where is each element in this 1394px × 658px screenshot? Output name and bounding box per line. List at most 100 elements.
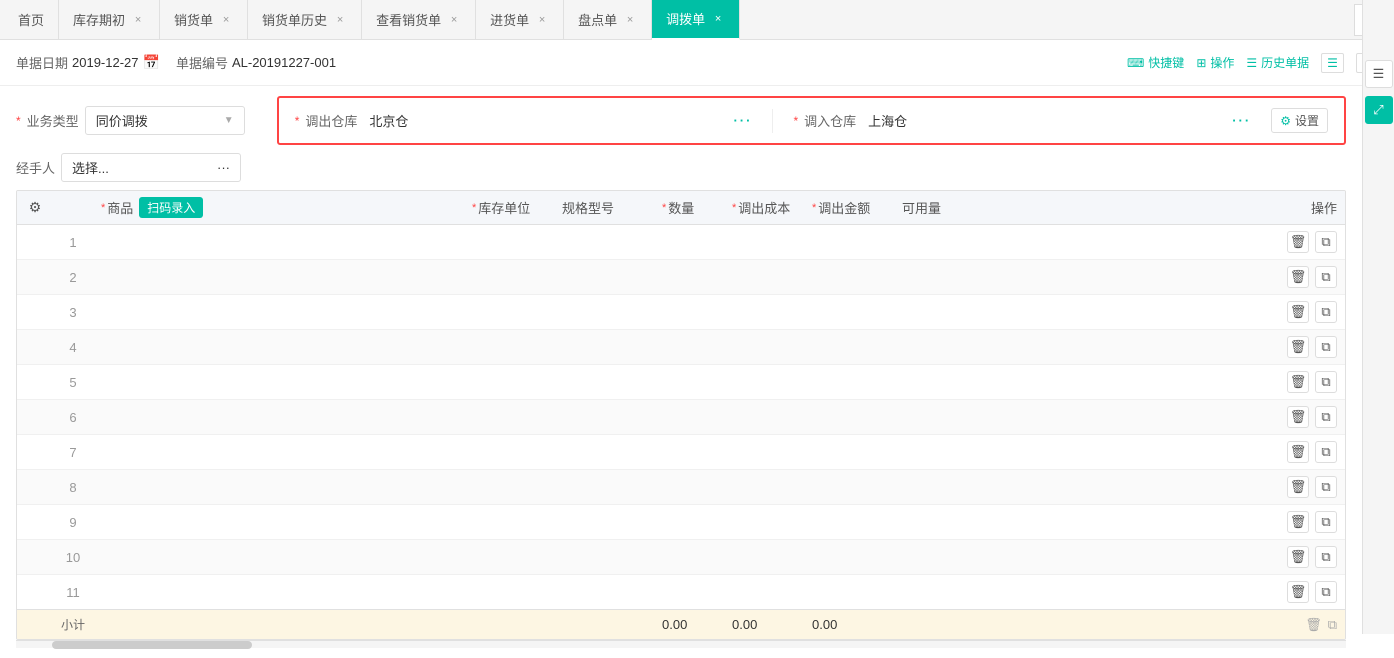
right-panel-list-button[interactable]: ☰: [1365, 60, 1393, 88]
row-goods-2[interactable]: [93, 295, 464, 329]
tab-view-sales[interactable]: 查看销货单 ×: [362, 0, 476, 40]
row-goods-1[interactable]: [93, 260, 464, 294]
row-copy-button-8[interactable]: ⧉: [1315, 511, 1337, 533]
row-copy-button-7[interactable]: ⧉: [1315, 476, 1337, 498]
row-amount-4[interactable]: [804, 365, 894, 399]
row-goods-6[interactable]: [93, 435, 464, 469]
shortcuts-button[interactable]: ⌨ 快捷键: [1127, 54, 1184, 71]
row-qty-7[interactable]: [654, 470, 724, 504]
row-copy-button-2[interactable]: ⧉: [1315, 301, 1337, 323]
row-amount-8[interactable]: [804, 505, 894, 539]
row-cost-4[interactable]: [724, 365, 804, 399]
row-cost-5[interactable]: [724, 400, 804, 434]
row-qty-6[interactable]: [654, 435, 724, 469]
tab-transfer-close[interactable]: ×: [711, 12, 725, 26]
tab-purchase-order-close[interactable]: ×: [535, 13, 549, 27]
subtotal-delete-icon[interactable]: 🗑: [1305, 617, 1322, 633]
row-goods-10[interactable]: [93, 575, 464, 609]
row-copy-button-5[interactable]: ⧉: [1315, 406, 1337, 428]
scrollbar-thumb[interactable]: [52, 641, 252, 649]
row-qty-0[interactable]: [654, 225, 724, 259]
transfer-out-more-button[interactable]: ···: [733, 113, 752, 128]
tab-sales-history-close[interactable]: ×: [333, 13, 347, 27]
tab-purchase-order[interactable]: 进货单 ×: [476, 0, 564, 40]
row-delete-button-6[interactable]: 🗑: [1287, 441, 1309, 463]
row-copy-button-4[interactable]: ⧉: [1315, 371, 1337, 393]
row-cost-9[interactable]: [724, 540, 804, 574]
person-more-button[interactable]: ···: [217, 160, 230, 175]
row-delete-button-2[interactable]: 🗑: [1287, 301, 1309, 323]
row-delete-button-10[interactable]: 🗑: [1287, 581, 1309, 603]
row-cost-3[interactable]: [724, 330, 804, 364]
row-amount-2[interactable]: [804, 295, 894, 329]
row-amount-6[interactable]: [804, 435, 894, 469]
tab-home[interactable]: 首页: [8, 0, 59, 40]
row-goods-3[interactable]: [93, 330, 464, 364]
row-cost-8[interactable]: [724, 505, 804, 539]
operations-button[interactable]: ⊞ 操作: [1196, 54, 1234, 71]
row-delete-button-1[interactable]: 🗑: [1287, 266, 1309, 288]
row-amount-5[interactable]: [804, 400, 894, 434]
row-qty-3[interactable]: [654, 330, 724, 364]
person-select[interactable]: 选择... ···: [61, 153, 241, 182]
calendar-icon[interactable]: 📅: [143, 54, 160, 71]
row-cost-1[interactable]: [724, 260, 804, 294]
row-copy-button-6[interactable]: ⧉: [1315, 441, 1337, 463]
tab-sales-order[interactable]: 销货单 ×: [160, 0, 248, 40]
row-qty-9[interactable]: [654, 540, 724, 574]
col-header-settings[interactable]: ⚙: [17, 191, 53, 224]
subtotal-copy-icon[interactable]: ⧉: [1328, 617, 1337, 633]
row-delete-button-5[interactable]: 🗑: [1287, 406, 1309, 428]
row-goods-8[interactable]: [93, 505, 464, 539]
row-cost-2[interactable]: [724, 295, 804, 329]
horizontal-scrollbar[interactable]: [16, 640, 1346, 648]
row-copy-button-0[interactable]: ⧉: [1315, 231, 1337, 253]
row-copy-button-10[interactable]: ⧉: [1315, 581, 1337, 603]
tab-inventory-init[interactable]: 库存期初 ×: [59, 0, 160, 40]
row-cost-6[interactable]: [724, 435, 804, 469]
row-qty-2[interactable]: [654, 295, 724, 329]
row-qty-5[interactable]: [654, 400, 724, 434]
history-button[interactable]: ☰ 历史单据: [1246, 54, 1309, 71]
row-copy-button-1[interactable]: ⧉: [1315, 266, 1337, 288]
row-qty-1[interactable]: [654, 260, 724, 294]
tab-sales-order-close[interactable]: ×: [219, 13, 233, 27]
row-cost-10[interactable]: [724, 575, 804, 609]
row-goods-9[interactable]: [93, 540, 464, 574]
row-copy-button-9[interactable]: ⧉: [1315, 546, 1337, 568]
row-qty-8[interactable]: [654, 505, 724, 539]
row-qty-10[interactable]: [654, 575, 724, 609]
row-amount-1[interactable]: [804, 260, 894, 294]
row-goods-5[interactable]: [93, 400, 464, 434]
right-panel-expand-button[interactable]: ⤢: [1365, 96, 1393, 124]
tab-sales-history[interactable]: 销货单历史 ×: [248, 0, 362, 40]
row-cost-7[interactable]: [724, 470, 804, 504]
tab-view-sales-close[interactable]: ×: [447, 13, 461, 27]
row-delete-button-4[interactable]: 🗑: [1287, 371, 1309, 393]
row-amount-0[interactable]: [804, 225, 894, 259]
row-delete-button-9[interactable]: 🗑: [1287, 546, 1309, 568]
row-delete-button-3[interactable]: 🗑: [1287, 336, 1309, 358]
scan-entry-button[interactable]: 扫码录入: [139, 197, 203, 218]
row-goods-4[interactable]: [93, 365, 464, 399]
settings-button[interactable]: ⚙ 设置: [1271, 108, 1328, 133]
layout-list-button[interactable]: ☰: [1321, 53, 1344, 73]
row-copy-button-3[interactable]: ⧉: [1315, 336, 1337, 358]
row-amount-10[interactable]: [804, 575, 894, 609]
business-type-select[interactable]: 同价调拨 ▼: [85, 106, 245, 135]
row-amount-3[interactable]: [804, 330, 894, 364]
row-delete-button-8[interactable]: 🗑: [1287, 511, 1309, 533]
row-qty-4[interactable]: [654, 365, 724, 399]
row-amount-9[interactable]: [804, 540, 894, 574]
tab-inventory-init-close[interactable]: ×: [131, 13, 145, 27]
row-goods-0[interactable]: [93, 225, 464, 259]
tab-transfer[interactable]: 调拨单 ×: [652, 0, 740, 40]
tab-stocktake[interactable]: 盘点单 ×: [564, 0, 652, 40]
transfer-in-more-button[interactable]: ···: [1232, 113, 1251, 128]
row-delete-button-0[interactable]: 🗑: [1287, 231, 1309, 253]
tab-stocktake-close[interactable]: ×: [623, 13, 637, 27]
row-amount-7[interactable]: [804, 470, 894, 504]
row-delete-button-7[interactable]: 🗑: [1287, 476, 1309, 498]
row-goods-7[interactable]: [93, 470, 464, 504]
row-cost-0[interactable]: [724, 225, 804, 259]
